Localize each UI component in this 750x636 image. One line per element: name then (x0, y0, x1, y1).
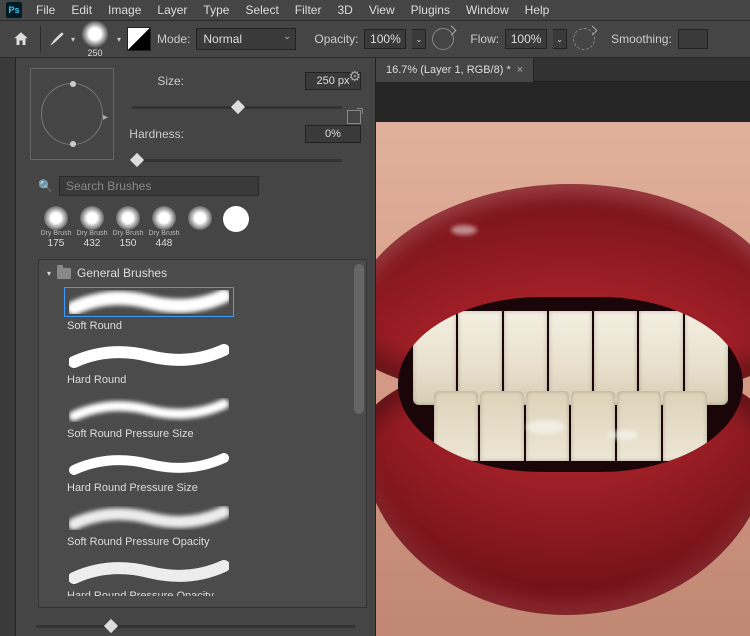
blend-mode-value: Normal (203, 32, 242, 46)
close-icon[interactable]: × (517, 64, 523, 76)
tool-preset-picker[interactable]: ▾ (47, 29, 75, 49)
brush-item-hard-round-pressure-opacity[interactable]: Hard Round Pressure Opacity (65, 558, 356, 596)
brush-item-hard-round-pressure-size[interactable]: Hard Round Pressure Size (65, 450, 356, 500)
chevron-down-icon[interactable]: ▾ (117, 35, 121, 44)
menu-file[interactable]: File (28, 3, 63, 17)
opacity-label: Opacity: (314, 32, 358, 46)
brush-preset-picker[interactable]: 250 (81, 20, 109, 58)
brush-panel: ▸ Size: 250 px Hardness: 0% ⚙ (16, 58, 376, 636)
brush-list: ▾ General Brushes Soft Round Hard Round … (38, 259, 367, 608)
brush-item-hard-round[interactable]: Hard Round (65, 342, 356, 392)
menu-select[interactable]: Select (237, 3, 286, 17)
recent-brush[interactable]: Dry Brush150 (110, 204, 146, 251)
disclosure-triangle-icon: ▾ (47, 269, 51, 278)
menu-filter[interactable]: Filter (287, 3, 330, 17)
brush-item-soft-round[interactable]: Soft Round (65, 288, 356, 338)
menu-window[interactable]: Window (458, 3, 517, 17)
arrow-right-icon: ▸ (103, 112, 108, 123)
brush-settings-toggle[interactable] (127, 27, 151, 51)
size-label: Size: (128, 74, 184, 88)
brush-item-label: Hard Round Pressure Opacity (65, 586, 356, 596)
search-icon: 🔍 (38, 179, 53, 193)
chevron-down-icon: ▾ (71, 35, 75, 44)
size-slider[interactable] (132, 106, 342, 109)
smoothing-input[interactable] (678, 29, 708, 49)
angle-control-frame: ▸ (30, 68, 114, 160)
flow-label: Flow: (470, 32, 499, 46)
hardness-input[interactable]: 0% (305, 125, 361, 143)
recent-brush[interactable] (218, 204, 254, 251)
search-brushes-input[interactable]: Search Brushes (59, 176, 259, 196)
menu-layer[interactable]: Layer (149, 3, 195, 17)
brush-size-readout: 250 (88, 48, 103, 58)
workspace: ▸ Size: 250 px Hardness: 0% ⚙ (0, 58, 750, 636)
mode-label: Mode: (157, 32, 190, 46)
menu-image[interactable]: Image (100, 3, 149, 17)
brush-group-label: General Brushes (77, 266, 167, 280)
recent-brush[interactable]: Dry Brush432 (74, 204, 110, 251)
brush-item-soft-round-pressure-size[interactable]: Soft Round Pressure Size (65, 396, 356, 446)
gear-icon[interactable]: ⚙ (348, 68, 361, 85)
brush-item-label: Soft Round (65, 316, 356, 338)
popout-button[interactable] (347, 110, 361, 124)
blend-mode-select[interactable]: Normal (196, 28, 296, 50)
app-logo: Ps (6, 2, 22, 18)
airbrush-toggle[interactable] (573, 28, 595, 50)
recent-brush[interactable] (182, 204, 218, 251)
hardness-slider[interactable] (132, 159, 342, 162)
document-area: 16.7% (Layer 1, RGB/8) * × (376, 58, 750, 636)
menu-help[interactable]: Help (517, 3, 558, 17)
brush-group-header[interactable]: ▾ General Brushes (39, 260, 366, 286)
flow-input[interactable]: 100% (505, 29, 547, 49)
recent-brushes: Dry Brush175 Dry Brush432 Dry Brush150 D… (16, 204, 375, 259)
brush-item-label: Soft Round Pressure Opacity (65, 532, 356, 554)
recent-brush[interactable]: Dry Brush448 (146, 204, 182, 251)
opacity-pressure-toggle[interactable] (432, 28, 454, 50)
folder-icon (57, 268, 71, 279)
canvas-image (376, 122, 750, 636)
menu-edit[interactable]: Edit (63, 3, 100, 17)
opacity-input[interactable]: 100% (364, 29, 406, 49)
document-tab[interactable]: 16.7% (Layer 1, RGB/8) * × (376, 58, 534, 82)
menu-plugins[interactable]: Plugins (403, 3, 458, 17)
brush-preview-size-slider[interactable] (16, 616, 375, 636)
brush-item-label: Hard Round (65, 370, 356, 392)
hardness-label: Hardness: (128, 127, 184, 141)
flow-flyout[interactable]: ⌄ (553, 29, 567, 49)
brush-item-label: Soft Round Pressure Size (65, 424, 356, 446)
menu-3d[interactable]: 3D (329, 3, 360, 17)
home-button[interactable] (8, 26, 34, 52)
smoothing-label: Smoothing: (611, 32, 672, 46)
recent-brush[interactable]: Dry Brush175 (38, 204, 74, 251)
brush-item-label: Hard Round Pressure Size (65, 478, 356, 500)
menu-view[interactable]: View (361, 3, 403, 17)
opacity-flyout[interactable]: ⌄ (412, 29, 426, 49)
brush-angle-control[interactable]: ▸ (41, 83, 103, 145)
document-tab-title: 16.7% (Layer 1, RGB/8) * (386, 64, 511, 76)
brush-preview-icon (81, 20, 109, 48)
options-bar: ▾ 250 ▾ Mode: Normal Opacity: 100% ⌄ Flo… (0, 20, 750, 58)
brush-panel-header: ▸ Size: 250 px Hardness: 0% ⚙ (16, 58, 375, 172)
document-tab-bar: 16.7% (Layer 1, RGB/8) * × (376, 58, 750, 82)
canvas[interactable] (376, 82, 750, 636)
brush-item-soft-round-pressure-opacity[interactable]: Soft Round Pressure Opacity (65, 504, 356, 554)
scrollbar[interactable] (354, 264, 364, 414)
menu-bar: Ps File Edit Image Layer Type Select Fil… (0, 0, 750, 20)
menu-type[interactable]: Type (195, 3, 237, 17)
collapsed-panel-strip[interactable] (0, 58, 16, 636)
